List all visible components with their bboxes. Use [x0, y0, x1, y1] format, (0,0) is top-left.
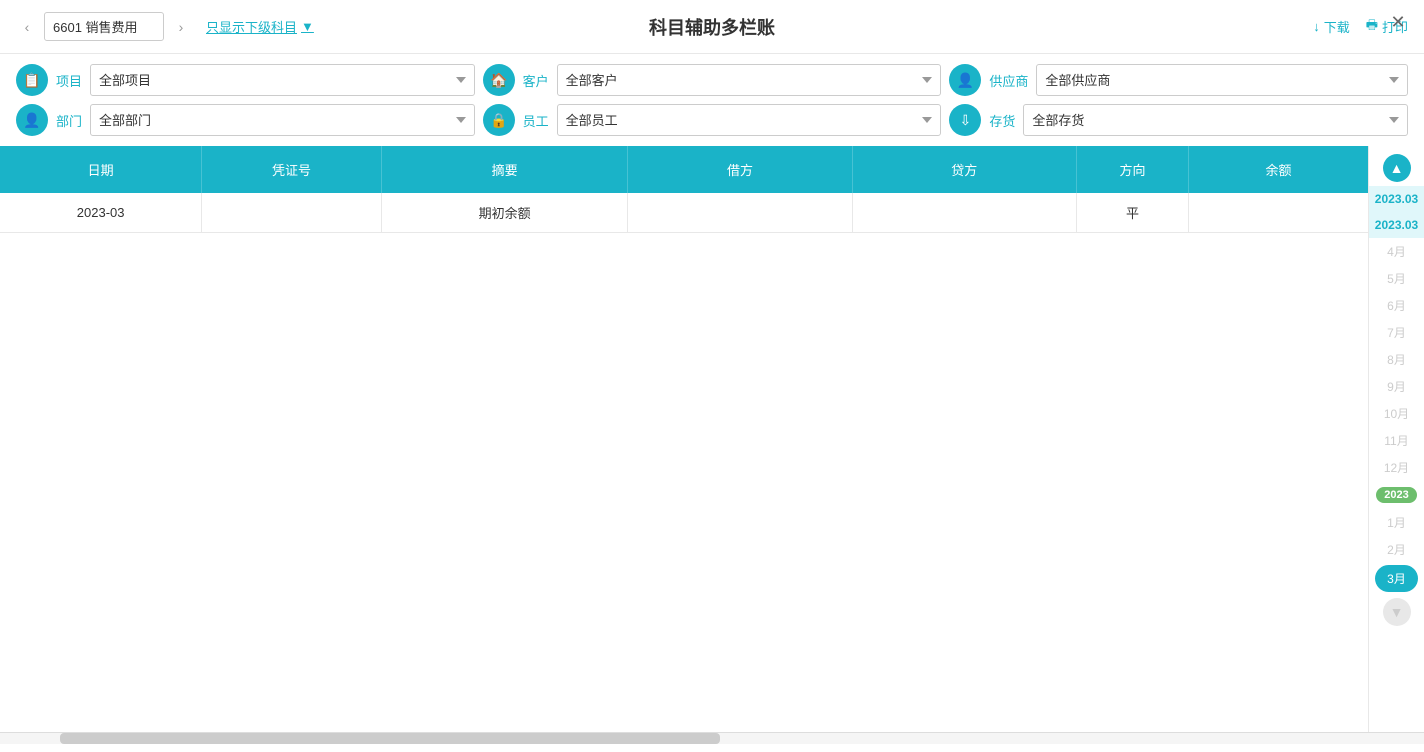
customer-label: 客户 — [523, 71, 549, 90]
month-4[interactable]: 4月 — [1369, 238, 1424, 265]
month-7[interactable]: 7月 — [1369, 319, 1424, 346]
month-2023-03-top1[interactable]: 2023.03 — [1369, 186, 1424, 212]
col-header-date: 日期 — [0, 146, 202, 193]
employee-label: 员工 — [523, 111, 549, 130]
month-8[interactable]: 8月 — [1369, 346, 1424, 373]
project-icon: 📋 — [16, 64, 48, 96]
main-content: 日期 凭证号 摘要 借方 贷方 方向 余额 2023-03 期初余额 平 ▲ — [0, 146, 1424, 732]
col-header-voucher: 凭证号 — [202, 146, 381, 193]
col-header-balance: 余额 — [1189, 146, 1368, 193]
cell-summary: 期初余额 — [381, 193, 628, 233]
supplier-icon: 👤 — [949, 64, 981, 96]
col-header-summary: 摘要 — [381, 146, 628, 193]
table-row: 2023-03 期初余额 平 — [0, 193, 1368, 233]
nav-area: ‹ 6601 销售费用 › 只显示下级科目 ▼ — [16, 12, 314, 41]
col-header-direction: 方向 — [1076, 146, 1188, 193]
download-icon: ↓ — [1313, 19, 1320, 34]
employee-filter: 🔒 员工 全部员工 — [483, 104, 942, 136]
customer-filter: 🏠 客户 全部客户 — [483, 64, 942, 96]
cell-balance — [1189, 193, 1368, 233]
inventory-icon: ⇩ — [949, 104, 981, 136]
month-5[interactable]: 5月 — [1369, 265, 1424, 292]
inventory-select[interactable]: 全部存货 — [1023, 104, 1408, 136]
cell-direction: 平 — [1076, 193, 1188, 233]
year-badge: 2023 — [1376, 487, 1416, 503]
right-month-panel: ▲ 2023.03 2023.03 4月 5月 6月 7月 8月 9月 10月 … — [1368, 146, 1424, 732]
month-3-active[interactable]: 3月 — [1375, 565, 1418, 592]
dept-label: 部门 — [56, 111, 82, 130]
employee-icon: 🔒 — [483, 104, 515, 136]
inventory-filter: ⇩ 存货 全部存货 — [949, 104, 1408, 136]
month-2[interactable]: 2月 — [1369, 536, 1424, 563]
table-header-row: 日期 凭证号 摘要 借方 贷方 方向 余额 — [0, 146, 1368, 193]
month-6[interactable]: 6月 — [1369, 292, 1424, 319]
header: ‹ 6601 销售费用 › 只显示下级科目 ▼ 科目辅助多栏账 ↓ 下载 🖶 打… — [0, 0, 1424, 54]
scroll-up-button[interactable]: ▲ — [1383, 154, 1411, 182]
horizontal-scrollbar[interactable] — [0, 732, 1424, 744]
table-area: 日期 凭证号 摘要 借方 贷方 方向 余额 2023-03 期初余额 平 — [0, 146, 1368, 732]
customer-select[interactable]: 全部客户 — [557, 64, 942, 96]
show-sub-toggle[interactable]: 只显示下级科目 ▼ — [206, 17, 314, 36]
month-10[interactable]: 10月 — [1369, 400, 1424, 427]
supplier-label: 供应商 — [989, 71, 1028, 90]
page-title: 科目辅助多栏账 — [649, 14, 775, 40]
dept-filter: 👤 部门 全部部门 — [16, 104, 475, 136]
project-filter: 📋 项目 全部项目 — [16, 64, 475, 96]
project-label: 项目 — [56, 71, 82, 90]
project-select[interactable]: 全部项目 — [90, 64, 475, 96]
col-header-debit: 借方 — [628, 146, 852, 193]
cell-date: 2023-03 — [0, 193, 202, 233]
supplier-select[interactable]: 全部供应商 — [1036, 64, 1408, 96]
scroll-down-button[interactable]: ▼ — [1383, 598, 1411, 626]
download-button[interactable]: ↓ 下载 — [1313, 17, 1350, 36]
cell-credit — [852, 193, 1076, 233]
close-button[interactable]: ✕ — [1384, 8, 1412, 36]
download-label: 下载 — [1324, 17, 1350, 36]
dept-select[interactable]: 全部部门 — [90, 104, 475, 136]
month-9[interactable]: 9月 — [1369, 373, 1424, 400]
account-code[interactable]: 6601 销售费用 — [44, 12, 164, 41]
prev-button[interactable]: ‹ — [16, 16, 38, 38]
dept-icon: 👤 — [16, 104, 48, 136]
month-11[interactable]: 11月 — [1369, 427, 1424, 454]
inventory-label: 存货 — [989, 111, 1015, 130]
show-sub-label: 只显示下级科目 — [206, 17, 297, 36]
filters-area: 📋 项目 全部项目 🏠 客户 全部客户 👤 供应商 全部供应商 👤 部门 全 — [0, 54, 1424, 146]
month-1[interactable]: 1月 — [1369, 509, 1424, 536]
next-button[interactable]: › — [170, 16, 192, 38]
customer-icon: 🏠 — [483, 64, 515, 96]
cell-voucher — [202, 193, 381, 233]
chevron-down-icon: ▼ — [301, 19, 314, 34]
data-table: 日期 凭证号 摘要 借方 贷方 方向 余额 2023-03 期初余额 平 — [0, 146, 1368, 233]
cell-debit — [628, 193, 852, 233]
print-icon: 🖶 — [1366, 16, 1378, 38]
col-header-credit: 贷方 — [852, 146, 1076, 193]
month-2023-03-top2[interactable]: 2023.03 — [1369, 212, 1424, 238]
supplier-filter: 👤 供应商 全部供应商 — [949, 64, 1408, 96]
employee-select[interactable]: 全部员工 — [557, 104, 942, 136]
month-12[interactable]: 12月 — [1369, 454, 1424, 481]
